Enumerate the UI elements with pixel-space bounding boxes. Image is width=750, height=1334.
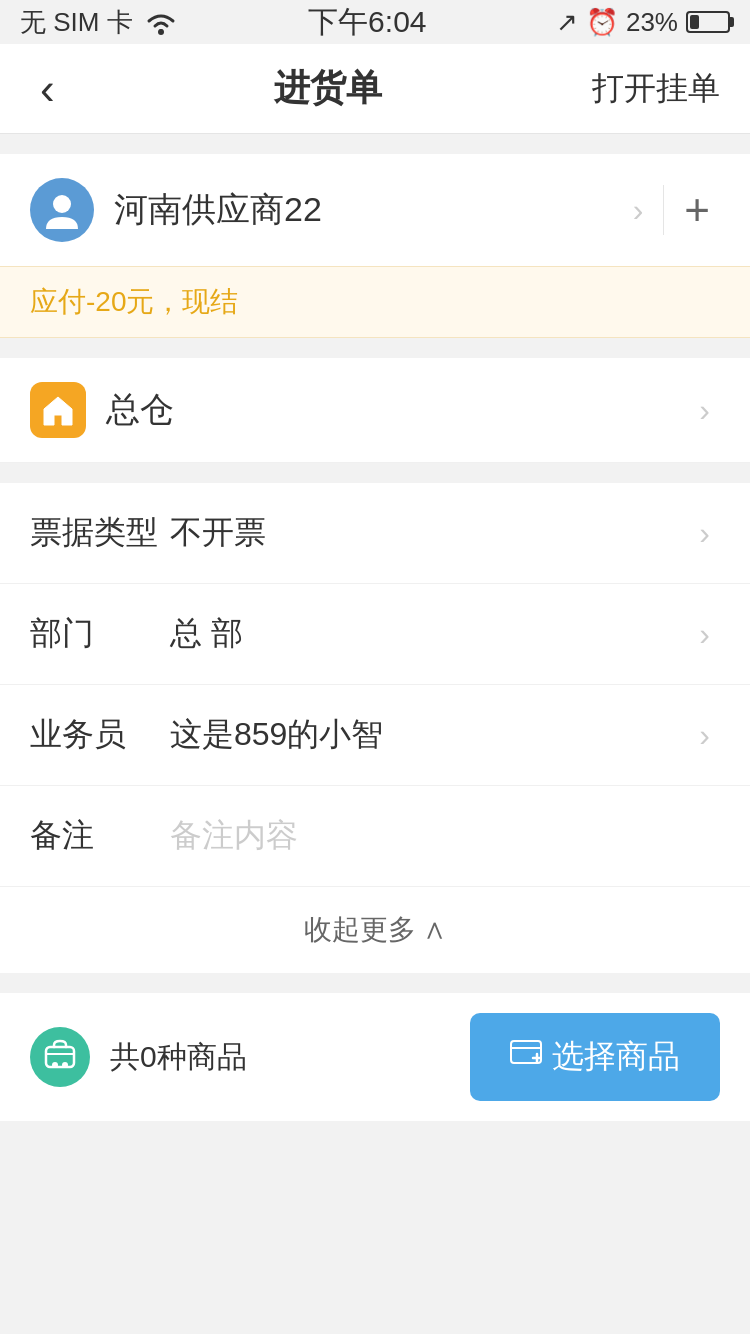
supplier-divider [663, 185, 664, 235]
invoice-row[interactable]: 票据类型 不开票 › [0, 483, 750, 584]
select-product-button[interactable]: 选择商品 [470, 1013, 720, 1101]
dept-label: 部门 [30, 612, 170, 656]
cart-icon-container [30, 1027, 90, 1087]
add-supplier-button[interactable]: + [674, 185, 720, 235]
cart-icon [42, 1039, 78, 1075]
dept-row[interactable]: 部门 总 部 › [0, 584, 750, 685]
warehouse-icon [30, 382, 86, 438]
status-bar-right: ↗ ⏰ 23% [556, 7, 730, 38]
no-sim-text: 无 SIM 卡 [20, 5, 133, 40]
dept-chevron-icon: › [699, 616, 710, 653]
wifi-icon [143, 9, 179, 35]
location-icon: ↗ [556, 7, 578, 38]
remark-row[interactable]: 备注 备注内容 [0, 786, 750, 887]
remark-input[interactable]: 备注内容 [170, 814, 720, 858]
svg-point-6 [62, 1062, 68, 1068]
supplier-name: 河南供应商22 [114, 187, 633, 233]
salesperson-value: 这是859的小智 [170, 713, 699, 757]
home-icon [40, 393, 76, 427]
warehouse-name: 总仓 [106, 387, 699, 433]
svg-point-1 [53, 195, 71, 213]
battery-icon [686, 11, 730, 33]
section-divider-4 [0, 973, 750, 993]
select-btn-icon [510, 1039, 542, 1076]
svg-point-0 [158, 29, 164, 35]
invoice-label: 票据类型 [30, 511, 170, 555]
alarm-icon: ⏰ [586, 7, 618, 38]
nav-bar: ‹ 进货单 打开挂单 [0, 44, 750, 134]
supplier-row[interactable]: 河南供应商22 › + [0, 154, 750, 266]
supplier-chevron-icon: › [633, 192, 644, 229]
status-bar-time: 下午6:04 [308, 2, 426, 43]
section-divider-1 [0, 134, 750, 154]
supplier-section: 河南供应商22 › + 应付-20元，现结 [0, 154, 750, 338]
back-button[interactable]: ‹ [30, 54, 65, 124]
battery-percent: 23% [626, 7, 678, 38]
status-bar-left: 无 SIM 卡 [20, 5, 179, 40]
warning-banner: 应付-20元，现结 [0, 266, 750, 338]
collapse-row[interactable]: 收起更多 ∧ [0, 887, 750, 973]
invoice-chevron-icon: › [699, 515, 710, 552]
open-pending-button[interactable]: 打开挂单 [592, 67, 720, 111]
product-count: 共0种商品 [110, 1037, 470, 1078]
section-divider-2 [0, 338, 750, 358]
svg-rect-3 [46, 1047, 74, 1067]
remark-label: 备注 [30, 814, 170, 858]
person-icon [41, 189, 83, 231]
dept-value: 总 部 [170, 612, 699, 656]
warning-text: 应付-20元，现结 [30, 286, 238, 317]
section-divider-3 [0, 463, 750, 483]
select-btn-label: 选择商品 [552, 1035, 680, 1079]
salesperson-row[interactable]: 业务员 这是859的小智 › [0, 685, 750, 786]
bottom-bar: 共0种商品 选择商品 [0, 993, 750, 1121]
status-bar: 无 SIM 卡 下午6:04 ↗ ⏰ 23% [0, 0, 750, 44]
collapse-label: 收起更多 ∧ [304, 911, 447, 949]
svg-point-5 [52, 1062, 58, 1068]
svg-rect-2 [54, 415, 62, 425]
warehouse-chevron-icon: › [699, 392, 710, 429]
salesperson-chevron-icon: › [699, 717, 710, 754]
page-title: 进货单 [274, 64, 382, 113]
salesperson-label: 业务员 [30, 713, 170, 757]
warehouse-row[interactable]: 总仓 › [0, 358, 750, 463]
invoice-value: 不开票 [170, 511, 699, 555]
supplier-avatar [30, 178, 94, 242]
